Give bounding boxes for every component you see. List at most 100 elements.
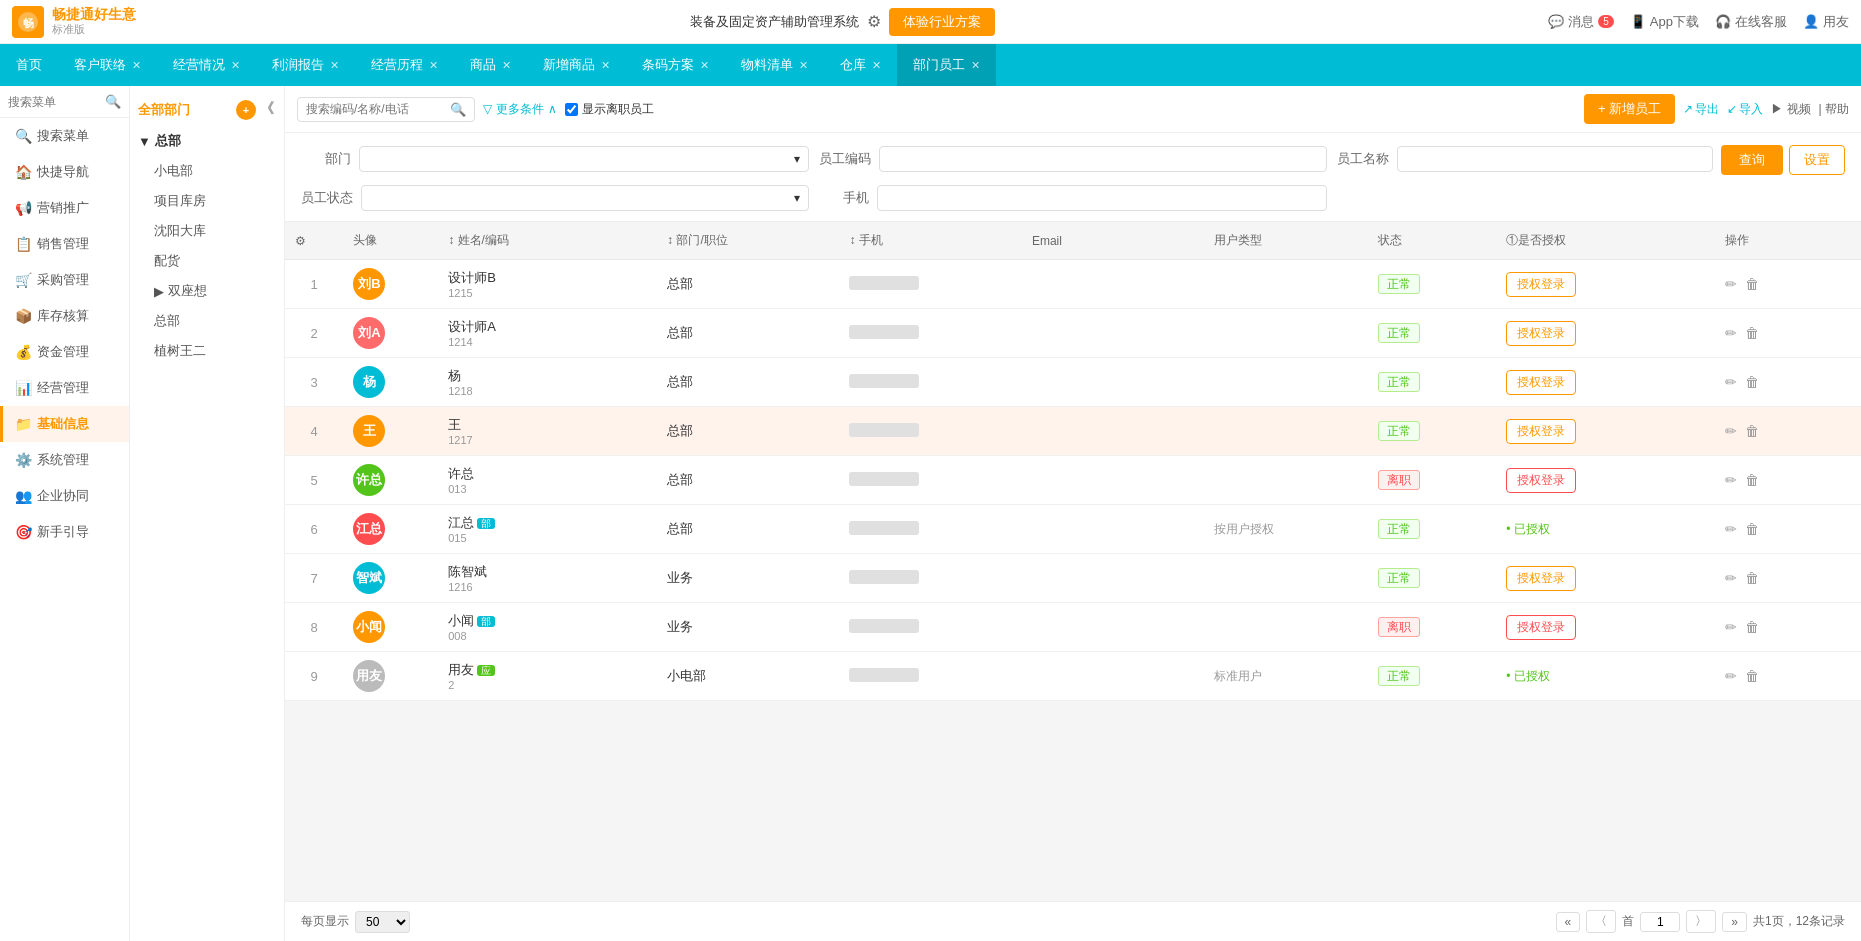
sidebar-item-guide[interactable]: 🎯 新手引导 xyxy=(0,514,129,550)
dept-item-shuangzuo[interactable]: ▶ 双座想 xyxy=(130,276,284,306)
delete-button[interactable]: 🗑 xyxy=(1745,668,1759,684)
dept-item-project[interactable]: 项目库房 xyxy=(130,186,284,216)
collapse-dept-button[interactable]: 《 xyxy=(260,100,274,120)
filter-dept-select[interactable]: ▾ xyxy=(359,146,809,172)
online-service-button[interactable]: 🎧 在线客服 xyxy=(1715,13,1787,31)
edit-button[interactable]: ✏ xyxy=(1725,570,1737,586)
show-resigned-input[interactable] xyxy=(565,103,578,116)
sidebar-item-marketing[interactable]: 📢 营销推广 xyxy=(0,190,129,226)
add-dept-button[interactable]: + xyxy=(236,100,256,120)
edit-button[interactable]: ✏ xyxy=(1725,276,1737,292)
edit-button[interactable]: ✏ xyxy=(1725,325,1737,341)
settings-button[interactable]: ⚙ xyxy=(867,12,881,31)
sidebar-item-operation[interactable]: 📊 经营管理 xyxy=(0,370,129,406)
sidebar-item-purchase[interactable]: 🛒 采购管理 xyxy=(0,262,129,298)
tab-customer[interactable]: 客户联络 ✕ xyxy=(58,44,157,86)
messages-button[interactable]: 💬 消息 5 xyxy=(1548,13,1614,31)
sidebar-item-nav[interactable]: 🏠 快捷导航 xyxy=(0,154,129,190)
auth-button[interactable]: 授权登录 xyxy=(1506,370,1576,395)
tab-operation-close[interactable]: ✕ xyxy=(231,44,240,86)
auth-button-resigned[interactable]: 授权登录 xyxy=(1506,615,1576,640)
tab-employees-close[interactable]: ✕ xyxy=(971,44,980,86)
delete-button[interactable]: 🗑 xyxy=(1745,521,1759,537)
help-button[interactable]: | 帮助 xyxy=(1819,101,1849,118)
tab-profit[interactable]: 利润报告 ✕ xyxy=(256,44,355,86)
sidebar-item-system[interactable]: ⚙️ 系统管理 xyxy=(0,442,129,478)
tab-process-close[interactable]: ✕ xyxy=(429,44,438,86)
sidebar-item-finance[interactable]: 💰 资金管理 xyxy=(0,334,129,370)
export-button[interactable]: ↗ 导出 xyxy=(1683,101,1719,118)
tab-barcode[interactable]: 条码方案 ✕ xyxy=(626,44,725,86)
employee-search-input[interactable] xyxy=(306,102,446,116)
tab-add-goods[interactable]: 新增商品 ✕ xyxy=(527,44,626,86)
dept-item-xiaodian[interactable]: 小电部 xyxy=(130,156,284,186)
col-phone-header[interactable]: ↕ 手机 xyxy=(839,222,1021,260)
tab-goods-close[interactable]: ✕ xyxy=(502,44,511,86)
filter-status-select[interactable]: ▾ xyxy=(361,185,809,211)
tab-bom-close[interactable]: ✕ xyxy=(799,44,808,86)
tab-bom[interactable]: 物料清单 ✕ xyxy=(725,44,824,86)
tab-warehouse[interactable]: 仓库 ✕ xyxy=(824,44,897,86)
delete-button[interactable]: 🗑 xyxy=(1745,619,1759,635)
edit-button[interactable]: ✏ xyxy=(1725,521,1737,537)
tab-add-goods-close[interactable]: ✕ xyxy=(601,44,610,86)
tab-warehouse-close[interactable]: ✕ xyxy=(872,44,881,86)
next-page-button[interactable]: 〉 xyxy=(1686,910,1716,933)
auth-button[interactable]: 授权登录 xyxy=(1506,566,1576,591)
more-filter-button[interactable]: ▽ 更多条件 ∧ xyxy=(483,101,557,118)
video-button[interactable]: ▶ 视频 xyxy=(1771,101,1810,118)
tab-home[interactable]: 首页 xyxy=(0,44,58,86)
tab-employees[interactable]: 部门员工 ✕ xyxy=(897,44,996,86)
first-page-button[interactable]: « xyxy=(1556,912,1581,932)
prev-page-button[interactable]: 〈 xyxy=(1586,910,1616,933)
sidebar-search-input[interactable] xyxy=(8,95,101,109)
experience-button[interactable]: 体验行业方案 xyxy=(889,8,995,36)
filter-empname-input[interactable] xyxy=(1397,146,1713,172)
user-menu[interactable]: 👤 用友 xyxy=(1803,13,1849,31)
filter-empcode-input[interactable] xyxy=(879,146,1327,172)
show-resigned-checkbox[interactable]: 显示离职员工 xyxy=(565,101,654,118)
filter-settings-button[interactable]: 设置 xyxy=(1789,145,1845,175)
filter-phone-input[interactable] xyxy=(877,185,1327,211)
page-number-input[interactable] xyxy=(1640,912,1680,932)
dept-item-shenyang[interactable]: 沈阳大库 xyxy=(130,216,284,246)
app-download-button[interactable]: 📱 App下载 xyxy=(1630,13,1699,31)
search-button[interactable]: 查询 xyxy=(1721,145,1783,175)
tab-operation[interactable]: 经营情况 ✕ xyxy=(157,44,256,86)
delete-button[interactable]: 🗑 xyxy=(1745,276,1759,292)
edit-button[interactable]: ✏ xyxy=(1725,423,1737,439)
auth-button-resigned[interactable]: 授权登录 xyxy=(1506,468,1576,493)
tab-customer-close[interactable]: ✕ xyxy=(132,44,141,86)
edit-button[interactable]: ✏ xyxy=(1725,472,1737,488)
sidebar-item-basic[interactable]: 📁 基础信息 xyxy=(0,406,129,442)
last-page-button[interactable]: » xyxy=(1722,912,1747,932)
delete-button[interactable]: 🗑 xyxy=(1745,374,1759,390)
dept-item-head2[interactable]: 总部 xyxy=(130,306,284,336)
add-employee-button[interactable]: + 新增员工 xyxy=(1584,94,1675,124)
tab-process[interactable]: 经营历程 ✕ xyxy=(355,44,454,86)
edit-button[interactable]: ✏ xyxy=(1725,619,1737,635)
delete-button[interactable]: 🗑 xyxy=(1745,423,1759,439)
sidebar-item-collab[interactable]: 👥 企业协同 xyxy=(0,478,129,514)
tab-profit-close[interactable]: ✕ xyxy=(330,44,339,86)
col-name-header[interactable]: ↕ 姓名/编码 xyxy=(438,222,657,260)
edit-button[interactable]: ✏ xyxy=(1725,374,1737,390)
dept-item-peihu[interactable]: 配货 xyxy=(130,246,284,276)
auth-button[interactable]: 授权登录 xyxy=(1506,321,1576,346)
auth-button[interactable]: 授权登录 xyxy=(1506,272,1576,297)
dept-item-zhishu[interactable]: 植树王二 xyxy=(130,336,284,366)
per-page-select[interactable]: 50 20 100 xyxy=(355,911,410,933)
delete-button[interactable]: 🗑 xyxy=(1745,570,1759,586)
tab-goods[interactable]: 商品 ✕ xyxy=(454,44,527,86)
edit-button[interactable]: ✏ xyxy=(1725,668,1737,684)
delete-button[interactable]: 🗑 xyxy=(1745,325,1759,341)
sidebar-item-sales[interactable]: 📋 销售管理 xyxy=(0,226,129,262)
auth-button[interactable]: 授权登录 xyxy=(1506,419,1576,444)
import-button[interactable]: ↙ 导入 xyxy=(1727,101,1763,118)
delete-button[interactable]: 🗑 xyxy=(1745,472,1759,488)
col-dept-header[interactable]: ↕ 部门/职位 xyxy=(657,222,839,260)
dept-head-office[interactable]: ▼ 总部 xyxy=(130,126,284,156)
sidebar-item-search[interactable]: 🔍 搜索菜单 xyxy=(0,118,129,154)
sidebar-item-inventory[interactable]: 📦 库存核算 xyxy=(0,298,129,334)
tab-barcode-close[interactable]: ✕ xyxy=(700,44,709,86)
